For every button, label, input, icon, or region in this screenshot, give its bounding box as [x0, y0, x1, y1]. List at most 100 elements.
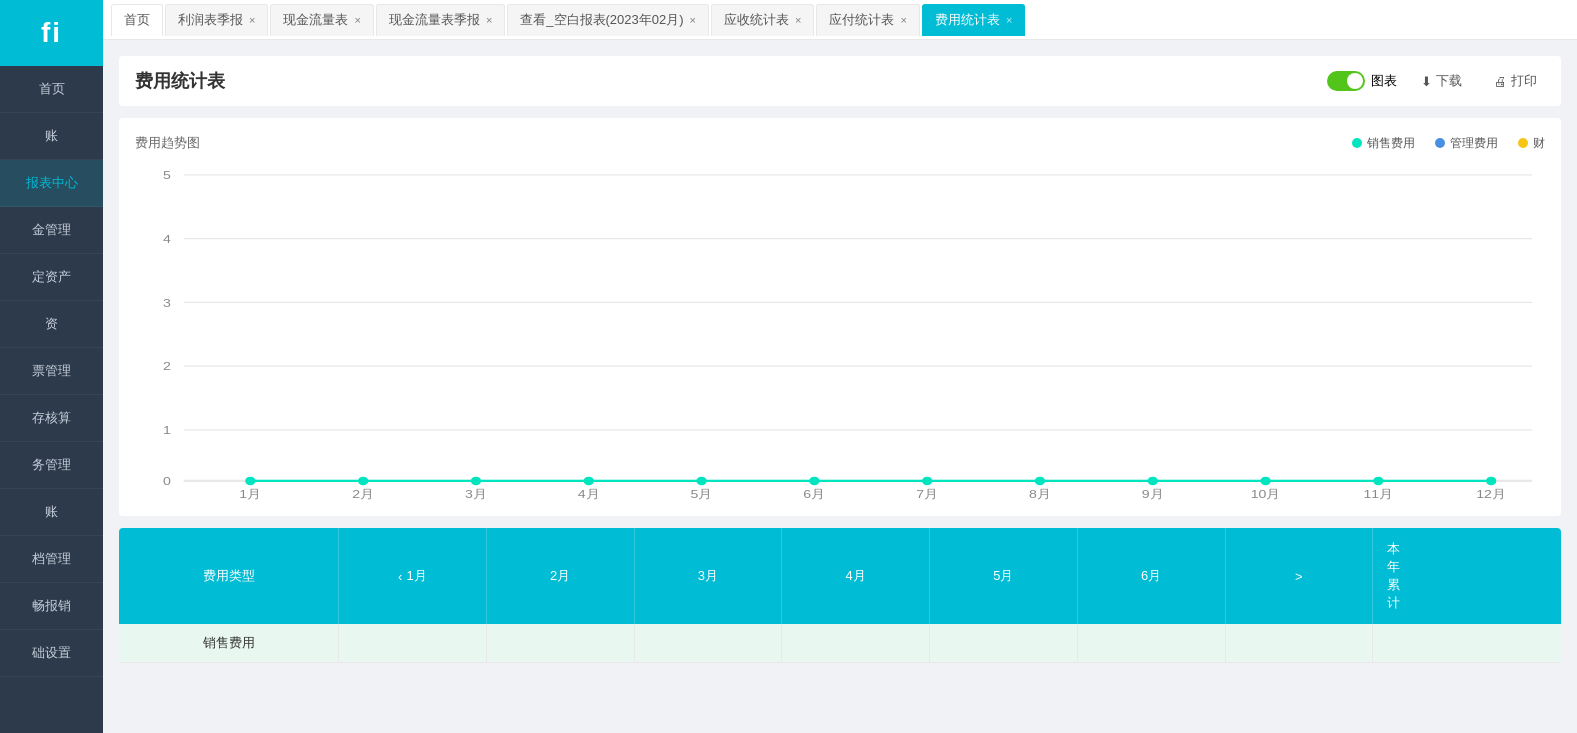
expense-table: 费用类型 ‹ 1月 2月 3月 4月 5月 [119, 528, 1561, 663]
svg-text:4: 4 [163, 232, 171, 246]
svg-text:4月: 4月 [578, 487, 600, 500]
th-ytd: 本年累计 [1373, 528, 1413, 624]
svg-text:11月: 11月 [1363, 487, 1393, 500]
th-nav[interactable]: > [1226, 528, 1374, 624]
svg-text:3月: 3月 [465, 487, 487, 500]
svg-point-27 [584, 477, 594, 486]
sidebar-item-service[interactable]: 务管理 [0, 442, 103, 489]
close-payable-tab[interactable]: × [900, 14, 906, 26]
legend-dot-finance [1518, 138, 1528, 148]
sidebar-item-account[interactable]: 账 [0, 113, 103, 160]
svg-text:10月: 10月 [1251, 487, 1281, 500]
chart-legend: 销售费用 管理费用 财 [1352, 135, 1545, 152]
td-m1 [339, 624, 487, 662]
sidebar-item-home[interactable]: 首页 [0, 66, 103, 113]
svg-text:1: 1 [163, 423, 171, 437]
th-m4: 4月 [782, 528, 930, 624]
close-cashflow-q-tab[interactable]: × [486, 14, 492, 26]
chart-area: 5 4 3 2 1 0 1月 2月 3月 [135, 160, 1545, 500]
svg-text:6月: 6月 [803, 487, 825, 500]
svg-text:2月: 2月 [352, 487, 374, 500]
th-m6: 6月 [1078, 528, 1226, 624]
svg-point-28 [696, 477, 706, 486]
tab-bar: 首页 利润表季报 × 现金流量表 × 现金流量表季报 × 查看_空白报表(202… [103, 0, 1577, 40]
th-m3: 3月 [635, 528, 783, 624]
td-ytd [1373, 624, 1413, 662]
chart-title: 费用趋势图 [135, 134, 200, 152]
page-title: 费用统计表 [135, 69, 225, 93]
legend-sales: 销售费用 [1352, 135, 1415, 152]
legend-dot-admin [1435, 138, 1445, 148]
tab-cashflow-q[interactable]: 现金流量表季报 × [376, 4, 505, 36]
td-m6 [1078, 624, 1226, 662]
svg-text:12月: 12月 [1476, 487, 1506, 500]
svg-text:5: 5 [163, 168, 171, 182]
tab-blank[interactable]: 查看_空白报表(2023年02月) × [507, 4, 709, 36]
sidebar-item-fixed[interactable]: 定资产 [0, 254, 103, 301]
sidebar-item-invest[interactable]: 资 [0, 301, 103, 348]
svg-point-32 [1148, 477, 1158, 486]
tab-expense[interactable]: 费用统计表 × [922, 4, 1025, 36]
svg-point-33 [1260, 477, 1270, 486]
svg-text:5月: 5月 [691, 487, 713, 500]
close-receivable-tab[interactable]: × [795, 14, 801, 26]
td-m3 [635, 624, 783, 662]
chart-toggle[interactable] [1327, 71, 1365, 91]
th-m2: 2月 [487, 528, 635, 624]
content-area: 费用统计表 图表 ⬇ 下载 🖨 打印 费用趋势图 [103, 40, 1577, 733]
svg-point-25 [358, 477, 368, 486]
td-nav [1226, 624, 1374, 662]
sidebar: fi 首页 账 报表中心 金管理 定资产 资 票管理 存核算 务管理 账 档管理… [0, 0, 103, 733]
close-profit-tab[interactable]: × [249, 14, 255, 26]
table-header: 费用类型 ‹ 1月 2月 3月 4月 5月 [119, 528, 1561, 624]
svg-text:8月: 8月 [1029, 487, 1051, 500]
prev-arrow[interactable]: ‹ [398, 569, 402, 584]
svg-point-26 [471, 477, 481, 486]
sidebar-item-refund[interactable]: 畅报销 [0, 583, 103, 630]
page-header: 费用统计表 图表 ⬇ 下载 🖨 打印 [119, 56, 1561, 106]
svg-point-31 [1035, 477, 1045, 486]
close-expense-tab[interactable]: × [1006, 14, 1012, 26]
td-m4 [782, 624, 930, 662]
print-button[interactable]: 🖨 打印 [1486, 68, 1545, 94]
sidebar-item-ledger[interactable]: 账 [0, 489, 103, 536]
svg-text:2: 2 [163, 360, 171, 374]
legend-dot-sales [1352, 138, 1362, 148]
th-m5: 5月 [930, 528, 1078, 624]
chart-svg: 5 4 3 2 1 0 1月 2月 3月 [135, 160, 1545, 500]
svg-text:7月: 7月 [916, 487, 938, 500]
tab-cashflow[interactable]: 现金流量表 × [270, 4, 373, 36]
th-m1: ‹ 1月 [339, 528, 487, 624]
svg-text:9月: 9月 [1142, 487, 1164, 500]
svg-point-29 [809, 477, 819, 486]
svg-text:0: 0 [163, 474, 171, 488]
svg-point-30 [922, 477, 932, 486]
chart-card: 费用趋势图 销售费用 管理费用 财 [119, 118, 1561, 516]
sidebar-logo: fi [0, 0, 103, 66]
svg-text:3: 3 [163, 296, 171, 310]
sidebar-item-settings[interactable]: 础设置 [0, 630, 103, 677]
table-row: 销售费用 [119, 624, 1561, 663]
chart-toggle-wrap: 图表 [1327, 71, 1397, 91]
main-area: 首页 利润表季报 × 现金流量表 × 现金流量表季报 × 查看_空白报表(202… [103, 0, 1577, 733]
download-button[interactable]: ⬇ 下载 [1413, 68, 1470, 94]
tab-payable[interactable]: 应付统计表 × [816, 4, 919, 36]
toggle-label: 图表 [1371, 72, 1397, 90]
sidebar-item-archive[interactable]: 档管理 [0, 536, 103, 583]
sidebar-item-inventory[interactable]: 存核算 [0, 395, 103, 442]
close-blank-tab[interactable]: × [690, 14, 696, 26]
sidebar-item-cash[interactable]: 金管理 [0, 207, 103, 254]
header-actions: 图表 ⬇ 下载 🖨 打印 [1327, 68, 1545, 94]
tab-profit[interactable]: 利润表季报 × [165, 4, 268, 36]
sidebar-item-invoice[interactable]: 票管理 [0, 348, 103, 395]
svg-point-24 [245, 477, 255, 486]
tab-receivable[interactable]: 应收统计表 × [711, 4, 814, 36]
close-cashflow-tab[interactable]: × [354, 14, 360, 26]
svg-point-34 [1373, 477, 1383, 486]
td-m2 [487, 624, 635, 662]
print-icon: 🖨 [1494, 74, 1507, 89]
tab-home[interactable]: 首页 [111, 4, 163, 36]
sidebar-item-report[interactable]: 报表中心 [0, 160, 103, 207]
svg-point-35 [1486, 477, 1496, 486]
th-type: 费用类型 [119, 528, 339, 624]
